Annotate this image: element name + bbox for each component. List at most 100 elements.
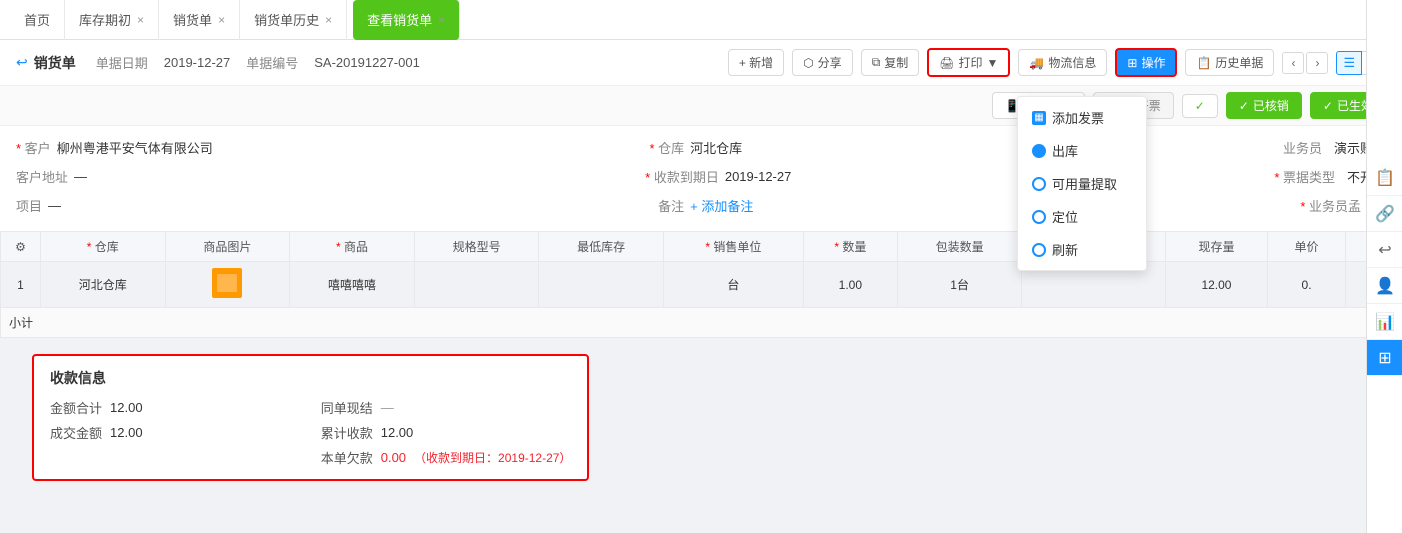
col-settings[interactable]: ⚙ xyxy=(1,232,41,262)
row-unit: 台 xyxy=(663,262,803,308)
sidebar-btn-5[interactable]: 📊 xyxy=(1367,304,1402,340)
row-pack-qty: 1台 xyxy=(897,262,1022,308)
total-amount-value: 12.00 xyxy=(110,400,143,415)
tab-home[interactable]: 首页 xyxy=(10,0,65,40)
pagination: ‹ › xyxy=(1282,52,1328,74)
project-value: — xyxy=(48,198,61,213)
tab-inventory[interactable]: 库存期初 × xyxy=(65,0,159,40)
same-settle-value: — xyxy=(381,400,394,415)
outbound-item[interactable]: 出库 xyxy=(1018,134,1146,167)
outbound-label: 出库 xyxy=(1052,141,1078,160)
effective-icon: ✓ xyxy=(1323,99,1333,113)
total-amount-row: 金额合计 12.00 xyxy=(50,398,301,417)
deal-amount-row: 成交金额 12.00 xyxy=(50,423,301,442)
summary-title: 收款信息 xyxy=(50,368,571,388)
outbound-icon xyxy=(1032,144,1046,158)
sidebar-btn-3[interactable]: ↩ xyxy=(1367,232,1402,268)
add-invoice-item[interactable]: ▦ 添加发票 xyxy=(1018,101,1146,134)
summary-grid: 金额合计 12.00 同单现结 — 成交金额 12.00 累计收款 12.00 … xyxy=(50,398,571,467)
form-row-2: 客户地址 — 收款到期日 2019-12-27 票据类型 不开票 xyxy=(16,167,1386,186)
col-quantity: * 数量 xyxy=(803,232,897,262)
row-min-stock xyxy=(539,262,664,308)
data-table-wrap: ⚙ * 仓库 商品图片 * 商品 规格型号 最低库存 * 销售单位 * 数量 包… xyxy=(0,231,1402,338)
next-arrow[interactable]: › xyxy=(1306,52,1328,74)
col-image: 商品图片 xyxy=(165,232,290,262)
right-sidebar: 📋 🔗 ↩ 👤 📊 ⊞ xyxy=(1366,0,1402,533)
form-section: 客户 柳州粤港平安气体有限公司 仓库 河北仓库 业务员 演示账号 客户地址 — … xyxy=(0,126,1402,231)
sidebar-btn-6[interactable]: ⊞ xyxy=(1367,340,1402,376)
customer-field: 客户 柳州粤港平安气体有限公司 xyxy=(16,138,649,157)
list-view-btn[interactable]: ☰ xyxy=(1336,51,1362,75)
refresh-icon xyxy=(1032,243,1046,257)
available-qty-label: 可用量提取 xyxy=(1052,174,1117,193)
sidebar-btn-1[interactable]: 📋 xyxy=(1367,160,1402,196)
sold-btn[interactable]: ✓ 已核销 xyxy=(1226,92,1302,119)
operate-button[interactable]: ⊞ 操作 xyxy=(1115,48,1177,77)
tab-bar: 首页 库存期初 × 销货单 × 销货单历史 × 查看销货单 × × xyxy=(0,0,1402,40)
logistics-icon: 🚚 xyxy=(1029,56,1044,70)
staff2-label: 业务员孟 xyxy=(1300,196,1361,215)
refresh-item[interactable]: 刷新 xyxy=(1018,233,1146,266)
doc-meta: 单据日期 2019-12-27 单据编号 SA-20191227-001 xyxy=(96,53,420,72)
row-price: 0. xyxy=(1267,262,1346,308)
tab-view-sales-close[interactable]: × xyxy=(438,13,445,27)
sidebar-btn-2[interactable]: 🔗 xyxy=(1367,196,1402,232)
doc-header: ↩ 销货单 单据日期 2019-12-27 单据编号 SA-20191227-0… xyxy=(0,40,1402,86)
col-stock: 现存量 xyxy=(1166,232,1268,262)
subtotal-label: 小计 xyxy=(1,308,1402,338)
toolbar: + 新增 ⬡ 分享 ⧉ 复制 🖨 打印 ▼ 🚚 物流信息 ⊞ 操作 xyxy=(728,48,1386,77)
tab-sales-close[interactable]: × xyxy=(218,13,225,27)
tab-sales-history[interactable]: 销货单历史 × xyxy=(240,0,347,40)
notes-add[interactable]: + 添加备注 xyxy=(690,196,753,215)
available-qty-item[interactable]: 可用量提取 xyxy=(1018,167,1146,200)
sold-icon: ✓ xyxy=(1239,99,1249,113)
table-row: 1 河北仓库 嘻嘻嘻嘻 台 1.00 1台 12.00 0. xyxy=(1,262,1402,308)
address-value: — xyxy=(74,169,87,184)
same-settle-row: 同单现结 — xyxy=(321,398,572,417)
print-button[interactable]: 🖨 打印 ▼ xyxy=(927,48,1010,77)
row-stock: 12.00 xyxy=(1166,262,1268,308)
logistics-button[interactable]: 🚚 物流信息 xyxy=(1018,49,1107,76)
due-amount-value: 0.00 xyxy=(381,450,406,465)
due-amount-label: 本单欠款 xyxy=(321,448,373,467)
print-dropdown-icon: ▼ xyxy=(987,56,999,70)
row-product: 嘻嘻嘻嘻 xyxy=(290,262,415,308)
refresh-label: 刷新 xyxy=(1052,240,1078,259)
summary-area: 收款信息 金额合计 12.00 同单现结 — 成交金额 12.00 累计收款 1… xyxy=(0,338,1402,501)
sidebar-btn-4[interactable]: 👤 xyxy=(1367,268,1402,304)
locate-item[interactable]: 定位 xyxy=(1018,200,1146,233)
tab-view-sales[interactable]: 查看销货单 × xyxy=(353,0,460,40)
add-invoice-icon: ▦ xyxy=(1032,111,1046,125)
doc-title: ↩ 销货单 xyxy=(16,53,76,73)
available-qty-icon xyxy=(1032,177,1046,191)
due-amount-row: 本单欠款 0.00 （收款到期日：2019-12-27） xyxy=(321,448,572,467)
customer-value: 柳州粤港平安气体有限公司 xyxy=(57,138,213,157)
locate-icon xyxy=(1032,210,1046,224)
copy-icon: ⧉ xyxy=(872,55,881,70)
action-bar: 📱 来自手机 🔘 未开票 ✓ ✓ 已核销 ✓ 已生效 xyxy=(0,86,1402,126)
add-invoice-label: 添加发票 xyxy=(1052,108,1104,127)
address-field: 客户地址 — xyxy=(16,167,645,186)
due-date-note: （收款到期日：2019-12-27） xyxy=(414,449,571,466)
doc-icon: ↩ xyxy=(16,54,28,71)
col-unit: * 销售单位 xyxy=(663,232,803,262)
col-spec: 规格型号 xyxy=(414,232,539,262)
tab-inventory-close[interactable]: × xyxy=(137,13,144,27)
check-btn[interactable]: ✓ xyxy=(1182,94,1218,118)
subtotal-row: 小计 xyxy=(1,308,1402,338)
prev-arrow[interactable]: ‹ xyxy=(1282,52,1304,74)
tab-sales[interactable]: 销货单 × xyxy=(159,0,240,40)
customer-label: 客户 xyxy=(16,138,51,157)
copy-button[interactable]: ⧉ 复制 xyxy=(861,49,920,76)
history-button[interactable]: 📋 历史单据 xyxy=(1185,49,1274,76)
cum-receipt-value: 12.00 xyxy=(381,425,414,440)
share-button[interactable]: ⬡ 分享 xyxy=(792,49,853,76)
row-image xyxy=(165,262,290,308)
project-label: 项目 xyxy=(16,196,42,215)
date-value: 2019-12-27 xyxy=(164,55,231,70)
tab-sales-history-close[interactable]: × xyxy=(325,13,332,27)
due-date-value: 2019-12-27 xyxy=(725,169,792,184)
notes-label: 备注 xyxy=(658,196,684,215)
row-quantity: 1.00 xyxy=(803,262,897,308)
add-button[interactable]: + 新增 xyxy=(728,49,784,76)
